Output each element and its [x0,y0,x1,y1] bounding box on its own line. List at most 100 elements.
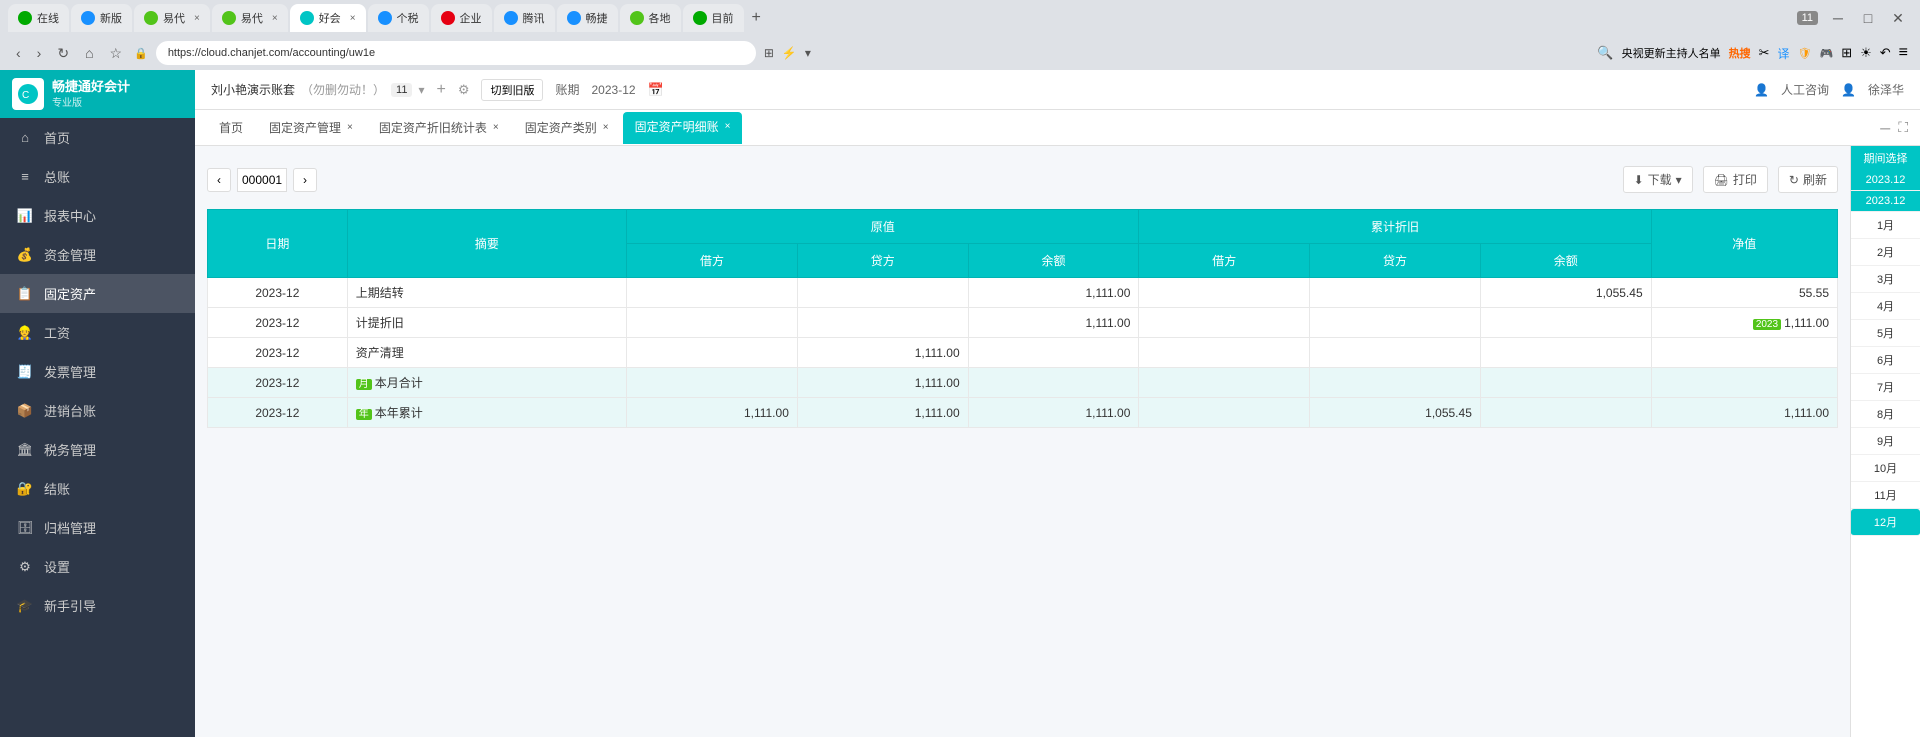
print-button[interactable]: 🖨 打印 [1703,166,1768,193]
tab-label: 畅捷 [586,10,608,26]
maximize-button[interactable]: □ [1854,4,1882,32]
sidebar-item-invoice[interactable]: 🧾 发票管理 [0,352,195,391]
tab-depreciation-stats[interactable]: 固定资产折旧统计表 × [367,112,511,144]
tab-label: 目前 [712,10,734,26]
sidebar-item-reports[interactable]: 📊 报表中心 [0,196,195,235]
extension-icon: ⊞ [764,46,774,60]
content-toolbar: ‹ › ⬇ 下载 ▾ 🖨 打印 [207,158,1838,201]
sidebar-item-settings[interactable]: ⚙ 设置 [0,547,195,586]
tab-favicon [441,11,455,25]
period-month-5[interactable]: 5月 [1851,320,1920,347]
back-button[interactable]: ‹ [12,43,25,63]
dropdown-button[interactable]: ▾ [805,46,811,60]
switch-version-button[interactable]: 切到旧版 [481,79,543,101]
account-dropdown-icon[interactable]: ▾ [418,83,424,97]
table-row: 2023-12 年本年累计 1,111.00 1,111.00 1,111.00… [208,398,1838,428]
tab-close-icon[interactable]: × [194,13,200,24]
period-month-11[interactable]: 11月 [1851,482,1920,509]
tab-close-detail[interactable]: × [725,121,731,132]
period-month-2[interactable]: 2月 [1851,239,1920,266]
tab-favicon [378,11,392,25]
download-button[interactable]: ⬇ 下载 ▾ [1623,166,1693,193]
period-month-10[interactable]: 10月 [1851,455,1920,482]
th-accum-credit: 贷方 [1310,244,1481,278]
row-accum-credit [1310,368,1481,398]
browser-tab-gedi[interactable]: 各地 [620,4,681,32]
th-orig-balance: 余额 [968,244,1139,278]
close-button[interactable]: ✕ [1884,4,1912,32]
period-month-12[interactable]: 12月 [1851,509,1920,536]
tab-expand-icon[interactable]: ⛶ [1898,119,1908,136]
period-month-6[interactable]: 6月 [1851,347,1920,374]
sidebar-item-tax[interactable]: 🏛 税务管理 [0,430,195,469]
sidebar-item-ledger[interactable]: ≡ 总账 [0,157,195,196]
next-page-button[interactable]: › [293,168,317,192]
period-month-3[interactable]: 3月 [1851,266,1920,293]
period-month-4[interactable]: 4月 [1851,293,1920,320]
sidebar-item-closing[interactable]: 🔐 结账 [0,469,195,508]
refresh-button[interactable]: ↻ [53,43,73,64]
prev-page-button[interactable]: ‹ [207,168,231,192]
tab-home[interactable]: 首页 [207,112,255,144]
settings-small-icon[interactable]: ⚙ [458,82,470,98]
row-orig-balance: 1,111.00 [968,398,1139,428]
period-date-start[interactable]: 2023.12 [1851,170,1920,191]
browser-tab-haokuai[interactable]: 好会 × [290,4,366,32]
refresh-button[interactable]: ↻ 刷新 [1778,166,1838,193]
browser-tab-geshui[interactable]: 个税 [368,4,429,32]
year-tag: 2023 [1753,319,1781,330]
browser-tab-enterprise[interactable]: 企业 [431,4,492,32]
tab-close-category[interactable]: × [603,122,609,133]
browser-tab-online[interactable]: 在线 [8,4,69,32]
browser-tab-new[interactable]: 新版 [71,4,132,32]
hot-search-label[interactable]: 热搜 [1729,45,1751,61]
home-icon: ⌂ [16,129,34,147]
period-date-end[interactable]: 2023.12 [1851,191,1920,212]
page-input[interactable] [237,168,287,192]
tab-minimize-icon[interactable]: ─ [1880,120,1890,136]
window-controls: 11 ─ □ ✕ [1797,4,1912,32]
tab-fixed-category[interactable]: 固定资产类别 × [513,112,621,144]
sidebar-item-funds[interactable]: 💰 资金管理 [0,235,195,274]
sidebar-item-guide[interactable]: 🎓 新手引导 [0,586,195,625]
minimize-button[interactable]: ─ [1824,4,1852,32]
account-selector[interactable]: 刘小艳演示账套 （勿删勿动！） 11 ▾ [211,81,424,98]
sidebar-item-purchase[interactable]: 📦 进销台账 [0,391,195,430]
user-label[interactable]: 徐泽华 [1868,81,1904,98]
download-dropdown-icon[interactable]: ▾ [1676,173,1682,187]
new-tab-button[interactable]: + [746,9,767,27]
browser-tab-muqian[interactable]: 目前 [683,4,744,32]
period-month-7[interactable]: 7月 [1851,374,1920,401]
browser-tab-yidai2[interactable]: 易代 × [212,4,288,32]
tab-fixed-detail[interactable]: 固定资产明细账 × [623,112,743,144]
forward-button[interactable]: › [33,43,46,63]
row-orig-balance: 1,111.00 [968,308,1139,338]
tab-close-depreciation[interactable]: × [493,122,499,133]
service-label[interactable]: 人工咨询 [1781,81,1829,98]
sidebar-item-archive[interactable]: 🗄 归档管理 [0,508,195,547]
calendar-icon[interactable]: 📅 [648,82,664,98]
tab-fixed-mgmt[interactable]: 固定资产管理 × [257,112,365,144]
browser-tab-yidai1[interactable]: 易代 × [134,4,210,32]
bookmark-button[interactable]: ☆ [106,43,127,64]
sidebar-item-home[interactable]: ⌂ 首页 [0,118,195,157]
svg-text:C: C [22,90,29,101]
tab-close-fixed-mgmt[interactable]: × [347,122,353,133]
add-account-button[interactable]: + [436,81,445,99]
home-button[interactable]: ⌂ [81,43,97,63]
address-input[interactable] [156,41,756,65]
period-month-8[interactable]: 8月 [1851,401,1920,428]
search-text: 央视更新主持人名单 [1622,45,1721,61]
sidebar-item-salary[interactable]: 👷 工资 [0,313,195,352]
menu-icon[interactable]: ≡ [1899,44,1908,62]
tab-close-icon[interactable]: × [350,13,356,24]
nav-label-archive: 归档管理 [44,518,96,537]
tab-close-icon[interactable]: × [272,13,278,24]
logo-icon: C [12,78,44,110]
browser-tab-tencent[interactable]: 腾讯 [494,4,555,32]
period-month-9[interactable]: 9月 [1851,428,1920,455]
invoice-icon: 🧾 [16,363,34,381]
period-month-1[interactable]: 1月 [1851,212,1920,239]
sidebar-item-fixed-assets[interactable]: 📋 固定资产 [0,274,195,313]
browser-tab-changjie[interactable]: 畅捷 [557,4,618,32]
